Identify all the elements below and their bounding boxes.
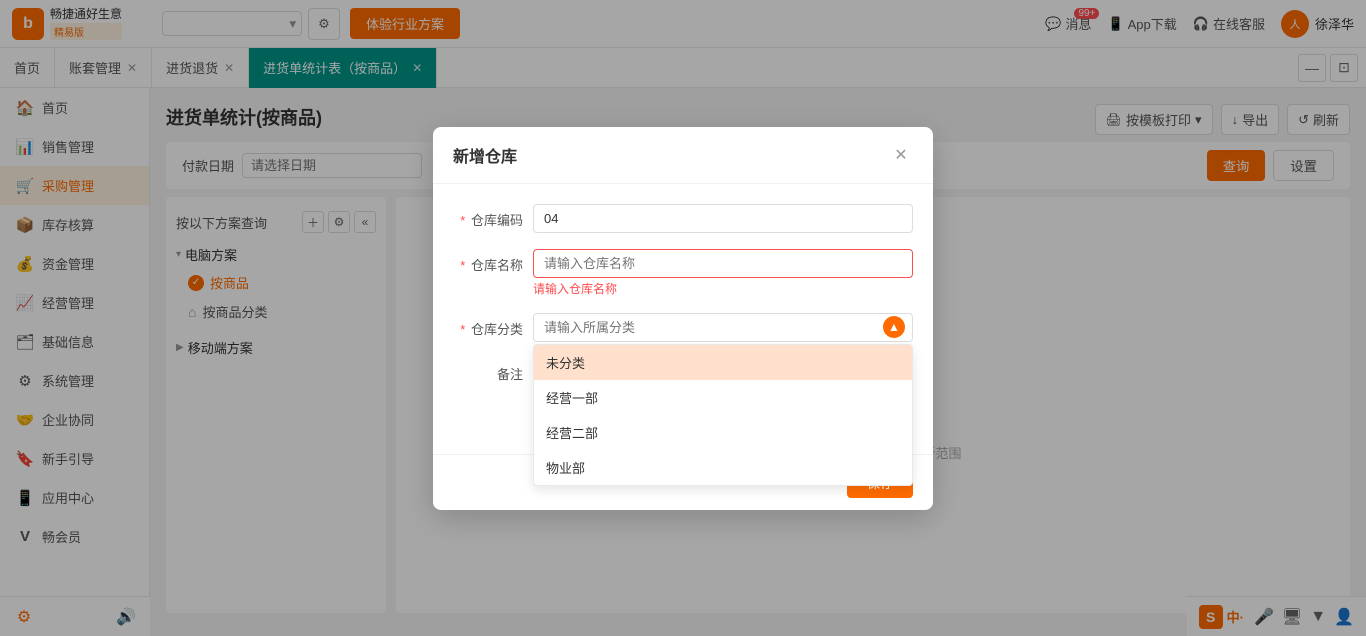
- form-row-code: * 仓库编码: [453, 204, 913, 233]
- dropdown-item-dept2[interactable]: 经营二部: [534, 415, 912, 450]
- code-label: * 仓库编码: [453, 204, 523, 229]
- category-dropdown-toggle[interactable]: ▲: [883, 316, 905, 338]
- name-label: * 仓库名称: [453, 249, 523, 274]
- modal-overlay[interactable]: 新增仓库 ✕ * 仓库编码 * 仓库名称 请输入仓库名称: [0, 0, 1366, 636]
- name-input[interactable]: [533, 249, 913, 278]
- name-required-mark: *: [460, 258, 465, 273]
- category-dropdown-list: 未分类 经营一部 经营二部 物业部: [533, 344, 913, 486]
- dropdown-item-dept1[interactable]: 经营一部: [534, 380, 912, 415]
- category-required-mark: *: [460, 322, 465, 337]
- form-row-category: * 仓库分类 ▲ 未分类 经营一部 经营二部 物业部: [453, 313, 913, 342]
- modal-header: 新增仓库 ✕: [433, 127, 933, 184]
- dropdown-item-uncategorized[interactable]: 未分类: [534, 345, 912, 380]
- modal-title: 新增仓库: [453, 143, 517, 167]
- name-input-wrap: 请输入仓库名称: [533, 249, 913, 297]
- name-error-msg: 请输入仓库名称: [533, 280, 913, 297]
- remark-label: 备注: [453, 358, 523, 383]
- form-row-name: * 仓库名称 请输入仓库名称: [453, 249, 913, 297]
- code-required-mark: *: [460, 213, 465, 228]
- code-input[interactable]: [533, 204, 913, 233]
- category-label: * 仓库分类: [453, 313, 523, 338]
- dropdown-item-dept3[interactable]: 物业部: [534, 450, 912, 485]
- category-input[interactable]: [533, 313, 913, 342]
- modal-dialog: 新增仓库 ✕ * 仓库编码 * 仓库名称 请输入仓库名称: [433, 127, 933, 510]
- category-select-wrap: ▲ 未分类 经营一部 经营二部 物业部: [533, 313, 913, 342]
- modal-body: * 仓库编码 * 仓库名称 请输入仓库名称 *: [433, 184, 933, 454]
- modal-close-button[interactable]: ✕: [889, 143, 913, 167]
